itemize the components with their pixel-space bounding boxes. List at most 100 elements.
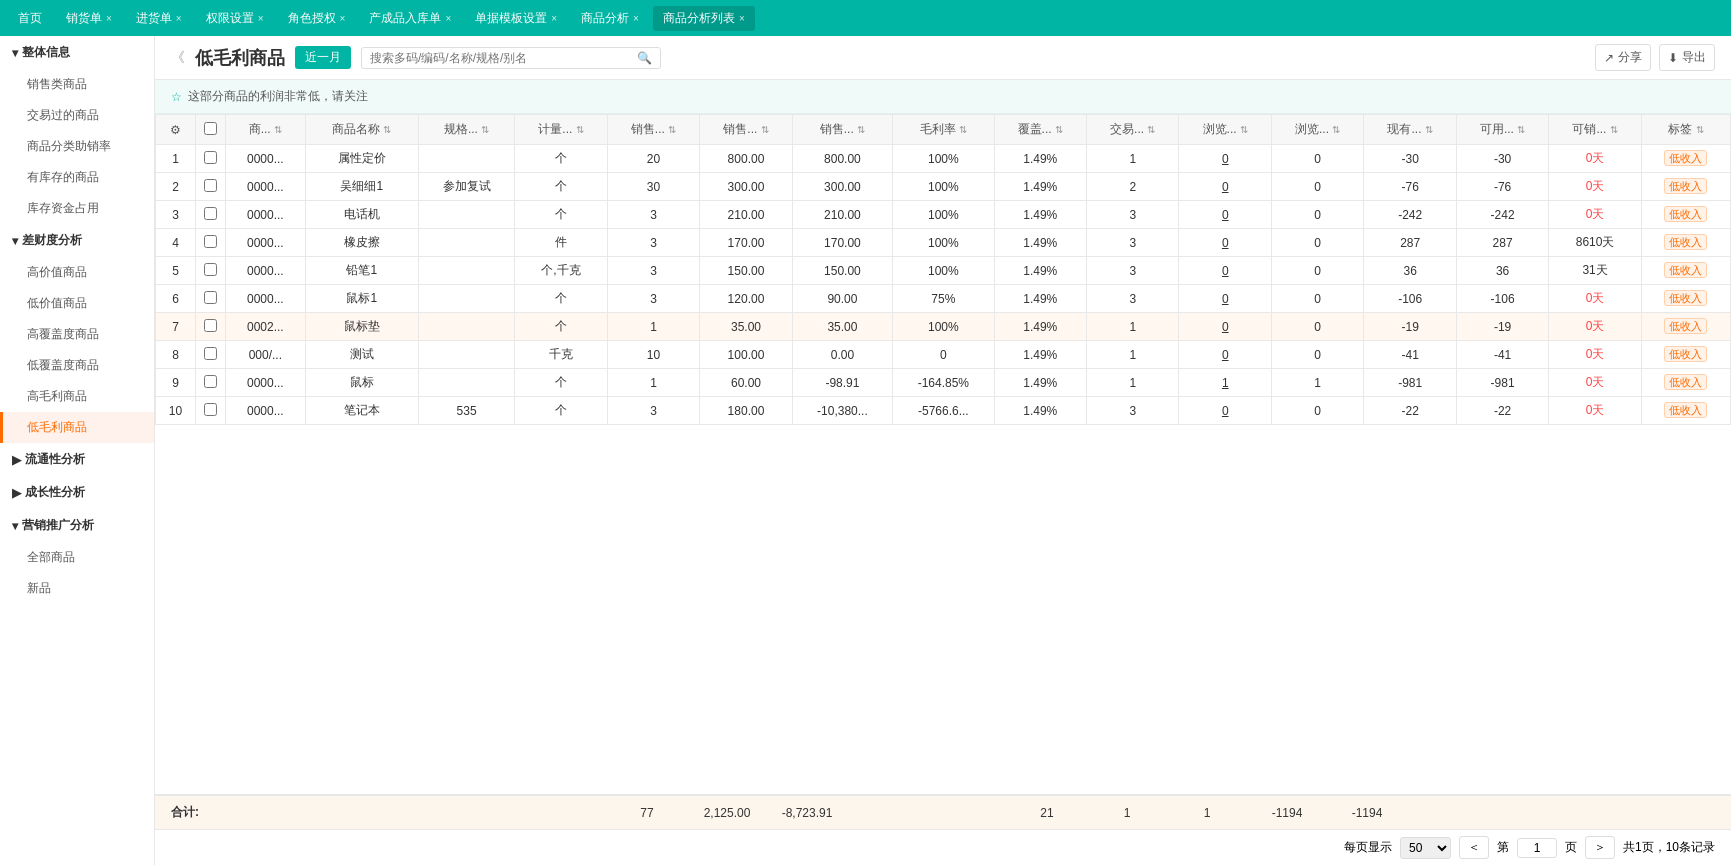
sidebar-item-new-goods[interactable]: 新品	[0, 573, 154, 604]
col-header-check[interactable]	[196, 115, 226, 145]
nav-product-inbound[interactable]: 产成品入库单 ×	[359, 6, 461, 31]
col-header-sale3[interactable]: 销售... ⇅	[792, 115, 892, 145]
sidebar-item-high-value[interactable]: 高价值商品	[0, 257, 154, 288]
cell-check[interactable]	[196, 173, 226, 201]
export-btn[interactable]: ⬇ 导出	[1659, 44, 1715, 71]
row-checkbox[interactable]	[204, 375, 217, 388]
sidebar-item-stocked-goods[interactable]: 有库存的商品	[0, 162, 154, 193]
col-header-name[interactable]: 商品名称 ⇅	[305, 115, 418, 145]
cell-view1[interactable]: 0	[1179, 341, 1271, 369]
cell-view1[interactable]: 0	[1179, 257, 1271, 285]
sidebar-item-high-cover[interactable]: 高覆盖度商品	[0, 319, 154, 350]
row-checkbox[interactable]	[204, 319, 217, 332]
cell-cover: 1.49%	[994, 201, 1086, 229]
col-header-sale2[interactable]: 销售... ⇅	[700, 115, 792, 145]
sidebar-item-all-goods[interactable]: 全部商品	[0, 542, 154, 573]
cell-check[interactable]	[196, 341, 226, 369]
cell-view1[interactable]: 0	[1179, 313, 1271, 341]
col-header-stock[interactable]: 现有... ⇅	[1364, 115, 1456, 145]
cell-view1[interactable]: 1	[1179, 369, 1271, 397]
cell-cover: 1.49%	[994, 229, 1086, 257]
cell-view1[interactable]: 0	[1179, 145, 1271, 173]
cell-check[interactable]	[196, 313, 226, 341]
cell-view1[interactable]: 0	[1179, 285, 1271, 313]
nav-permission-settings[interactable]: 权限设置 ×	[196, 6, 274, 31]
nav-product-analysis-list[interactable]: 商品分析列表 ×	[653, 6, 755, 31]
nav-template-settings[interactable]: 单据模板设置 ×	[465, 6, 567, 31]
sidebar-group-overview[interactable]: ▾ 整体信息	[0, 36, 154, 69]
col-header-tag[interactable]: 标签 ⇅	[1641, 115, 1730, 145]
nav-close-sales-order[interactable]: ×	[106, 13, 112, 24]
row-checkbox[interactable]	[204, 263, 217, 276]
sidebar-group-quadrant[interactable]: ▾ 差财度分析	[0, 224, 154, 257]
gear-icon[interactable]: ⚙	[170, 123, 181, 137]
row-checkbox[interactable]	[204, 291, 217, 304]
prev-page-btn[interactable]: ＜	[1459, 836, 1489, 859]
sidebar-item-low-value[interactable]: 低价值商品	[0, 288, 154, 319]
nav-close-analysis[interactable]: ×	[633, 13, 639, 24]
row-checkbox[interactable]	[204, 235, 217, 248]
sidebar-group-marketing[interactable]: ▾ 营销推广分析	[0, 509, 154, 542]
sidebar-group-growth[interactable]: ▶ 成长性分析	[0, 476, 154, 509]
row-checkbox[interactable]	[204, 151, 217, 164]
sidebar-item-high-margin[interactable]: 高毛利商品	[0, 381, 154, 412]
col-header-saleable[interactable]: 可销... ⇅	[1549, 115, 1641, 145]
time-filter-btn[interactable]: 近一月	[295, 46, 351, 69]
search-input[interactable]	[370, 51, 631, 65]
content-area: 《 低毛利商品 近一月 🔍 ↗ 分享 ⬇ 导出 ☆ 这部分商品的利润非常低，	[155, 36, 1731, 865]
cell-view1[interactable]: 0	[1179, 201, 1271, 229]
share-btn[interactable]: ↗ 分享	[1595, 44, 1651, 71]
sidebar-item-stock-fund[interactable]: 库存资金占用	[0, 193, 154, 224]
cell-view1[interactable]: 0	[1179, 229, 1271, 257]
col-header-avail[interactable]: 可用... ⇅	[1456, 115, 1548, 145]
nav-close-permission[interactable]: ×	[258, 13, 264, 24]
col-header-spec[interactable]: 规格... ⇅	[418, 115, 514, 145]
cell-sale3: 150.00	[792, 257, 892, 285]
cell-unit: 个	[515, 201, 607, 229]
cell-check[interactable]	[196, 229, 226, 257]
sidebar-item-sales-goods[interactable]: 销售类商品	[0, 69, 154, 100]
nav-close-analysis-list[interactable]: ×	[739, 13, 745, 24]
cell-check[interactable]	[196, 145, 226, 173]
cell-check[interactable]	[196, 201, 226, 229]
nav-close-template[interactable]: ×	[551, 13, 557, 24]
nav-home[interactable]: 首页	[8, 6, 52, 31]
cell-check[interactable]	[196, 257, 226, 285]
sidebar-item-category-rate[interactable]: 商品分类助销率	[0, 131, 154, 162]
cell-view1[interactable]: 0	[1179, 173, 1271, 201]
col-header-sale1[interactable]: 销售... ⇅	[607, 115, 699, 145]
nav-sales-order[interactable]: 销货单 ×	[56, 6, 122, 31]
cell-seq: 4	[156, 229, 196, 257]
nav-product-analysis[interactable]: 商品分析 ×	[571, 6, 649, 31]
nav-role-auth[interactable]: 角色授权 ×	[278, 6, 356, 31]
row-checkbox[interactable]	[204, 347, 217, 360]
nav-close-purchase-order[interactable]: ×	[176, 13, 182, 24]
nav-close-role-auth[interactable]: ×	[340, 13, 346, 24]
sidebar-collapse-btn[interactable]: 《	[171, 49, 185, 67]
sidebar-item-traded-goods[interactable]: 交易过的商品	[0, 100, 154, 131]
nav-purchase-order[interactable]: 进货单 ×	[126, 6, 192, 31]
sidebar-group-circulation[interactable]: ▶ 流通性分析	[0, 443, 154, 476]
row-checkbox[interactable]	[204, 403, 217, 416]
col-header-margin[interactable]: 毛利率 ⇅	[893, 115, 994, 145]
row-checkbox[interactable]	[204, 207, 217, 220]
col-header-cover[interactable]: 覆盖... ⇅	[994, 115, 1086, 145]
col-header-trade[interactable]: 交易... ⇅	[1087, 115, 1179, 145]
cell-check[interactable]	[196, 369, 226, 397]
nav-close-product-inbound[interactable]: ×	[445, 13, 451, 24]
col-header-view1[interactable]: 浏览... ⇅	[1179, 115, 1271, 145]
next-page-btn[interactable]: ＞	[1585, 836, 1615, 859]
row-checkbox[interactable]	[204, 179, 217, 192]
cell-check[interactable]	[196, 285, 226, 313]
sidebar-item-low-margin[interactable]: 低毛利商品	[0, 412, 154, 443]
col-header-view2[interactable]: 浏览... ⇅	[1271, 115, 1363, 145]
sidebar-item-low-cover[interactable]: 低覆盖度商品	[0, 350, 154, 381]
cell-view1[interactable]: 0	[1179, 397, 1271, 425]
select-all-checkbox[interactable]	[204, 122, 217, 135]
per-page-select[interactable]: 50 100 200	[1400, 837, 1451, 859]
col-header-unit[interactable]: 计量... ⇅	[515, 115, 607, 145]
cell-check[interactable]	[196, 397, 226, 425]
page-input[interactable]	[1517, 838, 1557, 858]
col-header-code[interactable]: 商... ⇅	[226, 115, 306, 145]
search-icon[interactable]: 🔍	[637, 51, 652, 65]
